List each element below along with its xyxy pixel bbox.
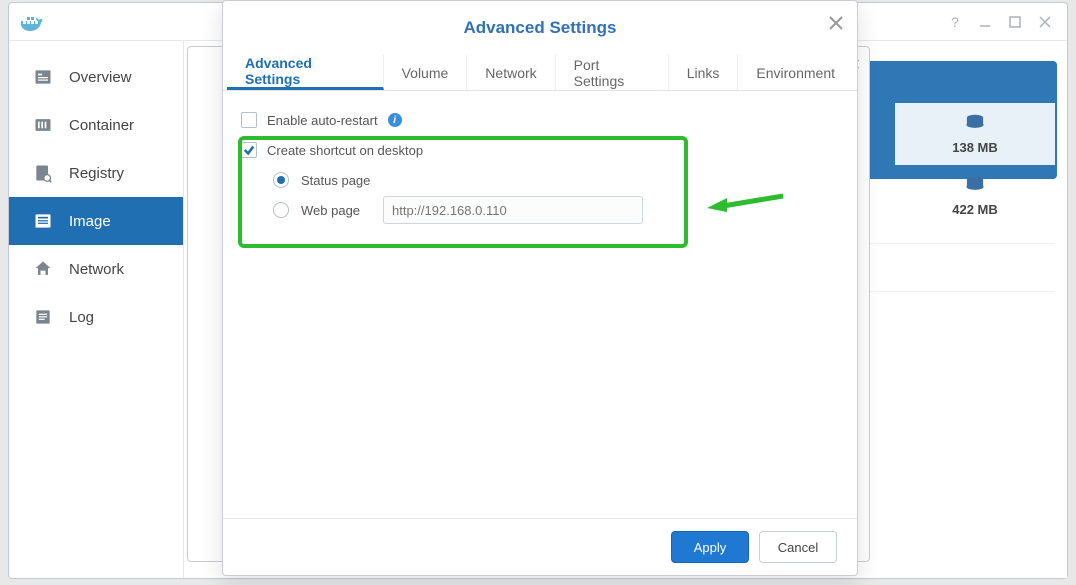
tab-label: Network (485, 65, 536, 81)
tab-label: Port Settings (574, 57, 650, 89)
tab-advanced-settings[interactable]: Advanced Settings (227, 55, 384, 90)
sidebar-item-network[interactable]: Network (9, 245, 183, 293)
close-icon[interactable] (829, 15, 843, 35)
dialog-title: Advanced Settings (223, 1, 857, 55)
minimize-icon[interactable] (973, 10, 997, 34)
button-label: Cancel (778, 540, 818, 555)
tab-environment[interactable]: Environment (738, 55, 853, 90)
dialog-title-text: Advanced Settings (463, 18, 616, 38)
status-page-radio[interactable] (273, 172, 289, 188)
tab-port-settings[interactable]: Port Settings (556, 55, 669, 90)
status-page-label: Status page (301, 173, 370, 188)
sidebar-item-image[interactable]: Image (9, 197, 183, 245)
info-icon[interactable]: i (388, 113, 402, 127)
tab-volume[interactable]: Volume (384, 55, 468, 90)
web-page-label: Web page (301, 203, 371, 218)
sidebar-item-label: Registry (69, 165, 124, 182)
image-icon (33, 211, 53, 231)
create-shortcut-row: Create shortcut on desktop (241, 135, 839, 165)
tab-links[interactable]: Links (669, 55, 739, 90)
sidebar-item-label: Log (69, 309, 94, 326)
sidebar-item-registry[interactable]: Registry (9, 149, 183, 197)
tab-network[interactable]: Network (467, 55, 555, 90)
sidebar-item-label: Overview (69, 69, 132, 86)
disk-icon (964, 113, 986, 136)
sidebar-item-label: Image (69, 213, 111, 230)
sidebar: Overview Container Registry Image Networ… (9, 41, 184, 578)
sidebar-item-label: Container (69, 117, 134, 134)
log-icon (33, 307, 53, 327)
tab-label: Advanced Settings (245, 55, 365, 87)
overview-icon (33, 67, 53, 87)
sidebar-item-container[interactable]: Container (9, 101, 183, 149)
web-page-radio[interactable] (273, 202, 289, 218)
dialog-footer: Apply Cancel (223, 518, 857, 575)
image-size-card[interactable]: 422 MB (895, 165, 1055, 227)
image-size-card[interactable]: 138 MB (895, 103, 1055, 165)
cancel-button[interactable]: Cancel (759, 531, 837, 563)
docker-logo-icon (19, 10, 43, 34)
image-size-value: 138 MB (952, 140, 998, 155)
auto-restart-checkbox[interactable] (241, 112, 257, 128)
image-size-value: 422 MB (952, 202, 998, 217)
disk-icon (964, 175, 986, 198)
tab-label: Links (687, 65, 720, 81)
dialog-body: Enable auto-restart i Create shortcut on… (223, 91, 857, 518)
sidebar-item-log[interactable]: Log (9, 293, 183, 341)
annotation-arrow-icon (705, 186, 785, 221)
advanced-settings-dialog: Advanced Settings Advanced Settings Volu… (222, 0, 858, 576)
network-icon (33, 259, 53, 279)
create-shortcut-label: Create shortcut on desktop (267, 143, 423, 158)
sidebar-item-label: Network (69, 261, 124, 278)
apply-button[interactable]: Apply (671, 531, 749, 563)
create-shortcut-checkbox[interactable] (241, 142, 257, 158)
auto-restart-row: Enable auto-restart i (241, 105, 839, 135)
tab-label: Volume (402, 65, 449, 81)
tab-label: Environment (756, 65, 835, 81)
sidebar-item-overview[interactable]: Overview (9, 53, 183, 101)
image-size-panel: 138 MB 422 MB (895, 103, 1055, 227)
registry-icon (33, 163, 53, 183)
container-icon (33, 115, 53, 135)
close-window-icon[interactable] (1033, 10, 1057, 34)
dialog-tabs: Advanced Settings Volume Network Port Se… (223, 55, 857, 91)
maximize-icon[interactable] (1003, 10, 1027, 34)
help-icon[interactable]: ? (943, 10, 967, 34)
web-page-url-input[interactable] (383, 196, 643, 224)
auto-restart-label: Enable auto-restart (267, 113, 378, 128)
button-label: Apply (694, 540, 727, 555)
